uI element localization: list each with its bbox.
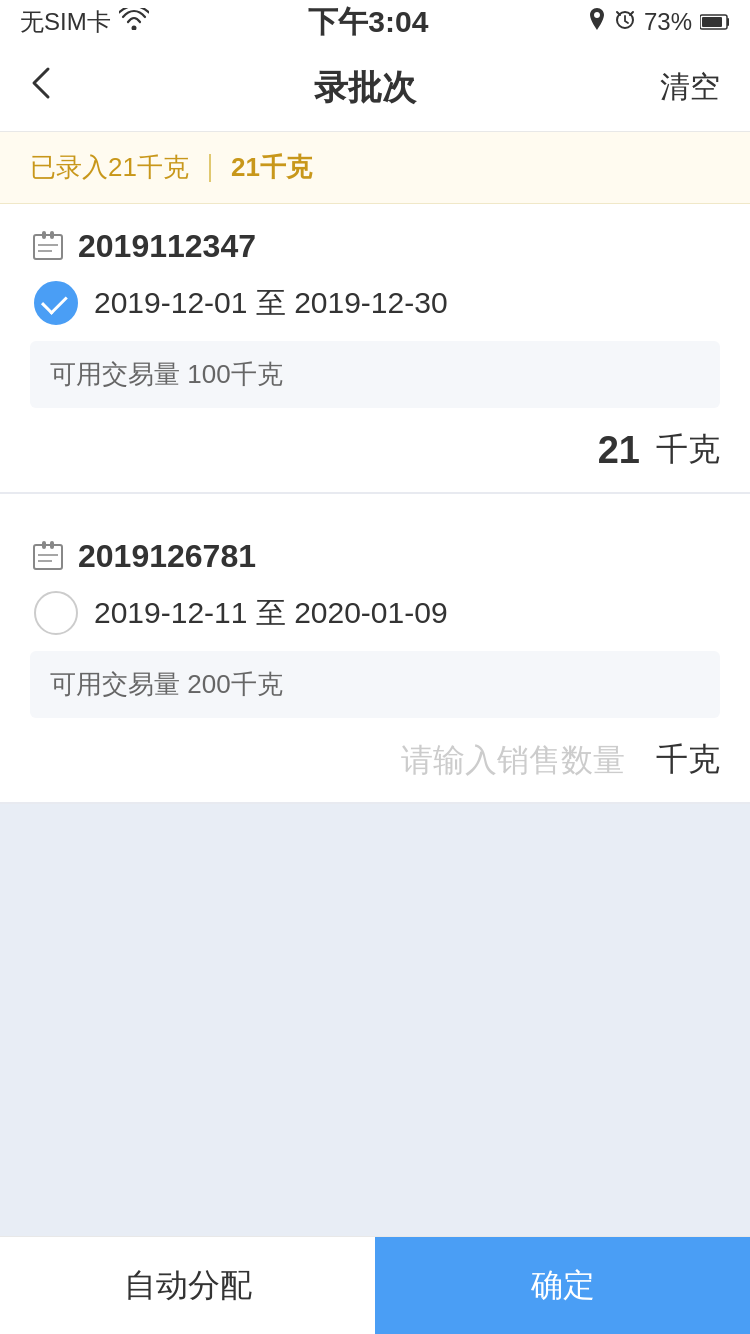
batch-2-quantity-input[interactable] bbox=[340, 742, 640, 779]
batch-1-id: 2019112347 bbox=[78, 228, 256, 265]
clear-button[interactable]: 清空 bbox=[640, 67, 720, 108]
svg-rect-3 bbox=[702, 17, 722, 27]
svg-rect-6 bbox=[50, 231, 54, 239]
page-title: 录批次 bbox=[314, 65, 416, 111]
batch-item-2: 2019126781 2019-12-11 至 2020-01-09 可用交易量… bbox=[0, 494, 750, 718]
svg-rect-9 bbox=[34, 545, 62, 569]
batch-1-avail: 可用交易量 100千克 bbox=[30, 341, 720, 408]
status-left: 无SIM卡 bbox=[20, 6, 149, 38]
status-right: 73% bbox=[588, 8, 730, 36]
info-value: 21千克 bbox=[231, 150, 312, 185]
batch-2-unit: 千克 bbox=[656, 738, 720, 782]
batch-2-qty-input-row[interactable]: 千克 bbox=[0, 718, 750, 804]
svg-rect-4 bbox=[34, 235, 62, 259]
sim-text: 无SIM卡 bbox=[20, 6, 111, 38]
svg-rect-5 bbox=[42, 231, 46, 239]
confirm-button[interactable]: 确定 bbox=[375, 1237, 750, 1334]
back-button[interactable] bbox=[30, 65, 90, 110]
status-time: 下午3:04 bbox=[308, 2, 428, 43]
battery-text: 73% bbox=[644, 8, 692, 36]
nav-bar: 录批次 清空 bbox=[0, 44, 750, 132]
batch-icon-2 bbox=[30, 539, 66, 575]
wifi-icon bbox=[119, 8, 149, 36]
batch-2-avail: 可用交易量 200千克 bbox=[30, 651, 720, 718]
batch-1-date-row[interactable]: 2019-12-01 至 2019-12-30 bbox=[30, 281, 720, 325]
batch-1-radio[interactable] bbox=[34, 281, 78, 325]
svg-point-0 bbox=[131, 26, 136, 31]
batch-1-header: 2019112347 bbox=[30, 228, 720, 265]
info-label: 已录入21千克 bbox=[30, 150, 189, 185]
info-divider bbox=[209, 154, 211, 182]
main-content: 2019112347 2019-12-01 至 2019-12-30 可用交易量… bbox=[0, 204, 750, 1334]
auto-distribute-button[interactable]: 自动分配 bbox=[0, 1237, 375, 1334]
batch-2-date-row[interactable]: 2019-12-11 至 2020-01-09 bbox=[30, 591, 720, 635]
battery-icon bbox=[700, 8, 730, 36]
batch-2-date: 2019-12-11 至 2020-01-09 bbox=[94, 593, 448, 634]
batch-2-id: 2019126781 bbox=[78, 538, 256, 575]
svg-rect-10 bbox=[42, 541, 46, 549]
batch-item-1: 2019112347 2019-12-01 至 2019-12-30 可用交易量… bbox=[0, 204, 750, 408]
info-bar: 已录入21千克 21千克 bbox=[0, 132, 750, 204]
batch-1-date: 2019-12-01 至 2019-12-30 bbox=[94, 283, 448, 324]
location-icon bbox=[588, 8, 606, 36]
svg-rect-11 bbox=[50, 541, 54, 549]
empty-area bbox=[0, 804, 750, 1244]
batch-1-unit: 千克 bbox=[656, 428, 720, 472]
alarm-icon bbox=[614, 8, 636, 36]
batch-1-quantity: 21 bbox=[598, 429, 640, 472]
batch-1-qty-row: 21 千克 bbox=[0, 408, 750, 494]
batch-2-header: 2019126781 bbox=[30, 538, 720, 575]
status-bar: 无SIM卡 下午3:04 73% bbox=[0, 0, 750, 44]
batch-icon-1 bbox=[30, 229, 66, 265]
batch-2-radio[interactable] bbox=[34, 591, 78, 635]
bottom-bar: 自动分配 确定 bbox=[0, 1236, 750, 1334]
